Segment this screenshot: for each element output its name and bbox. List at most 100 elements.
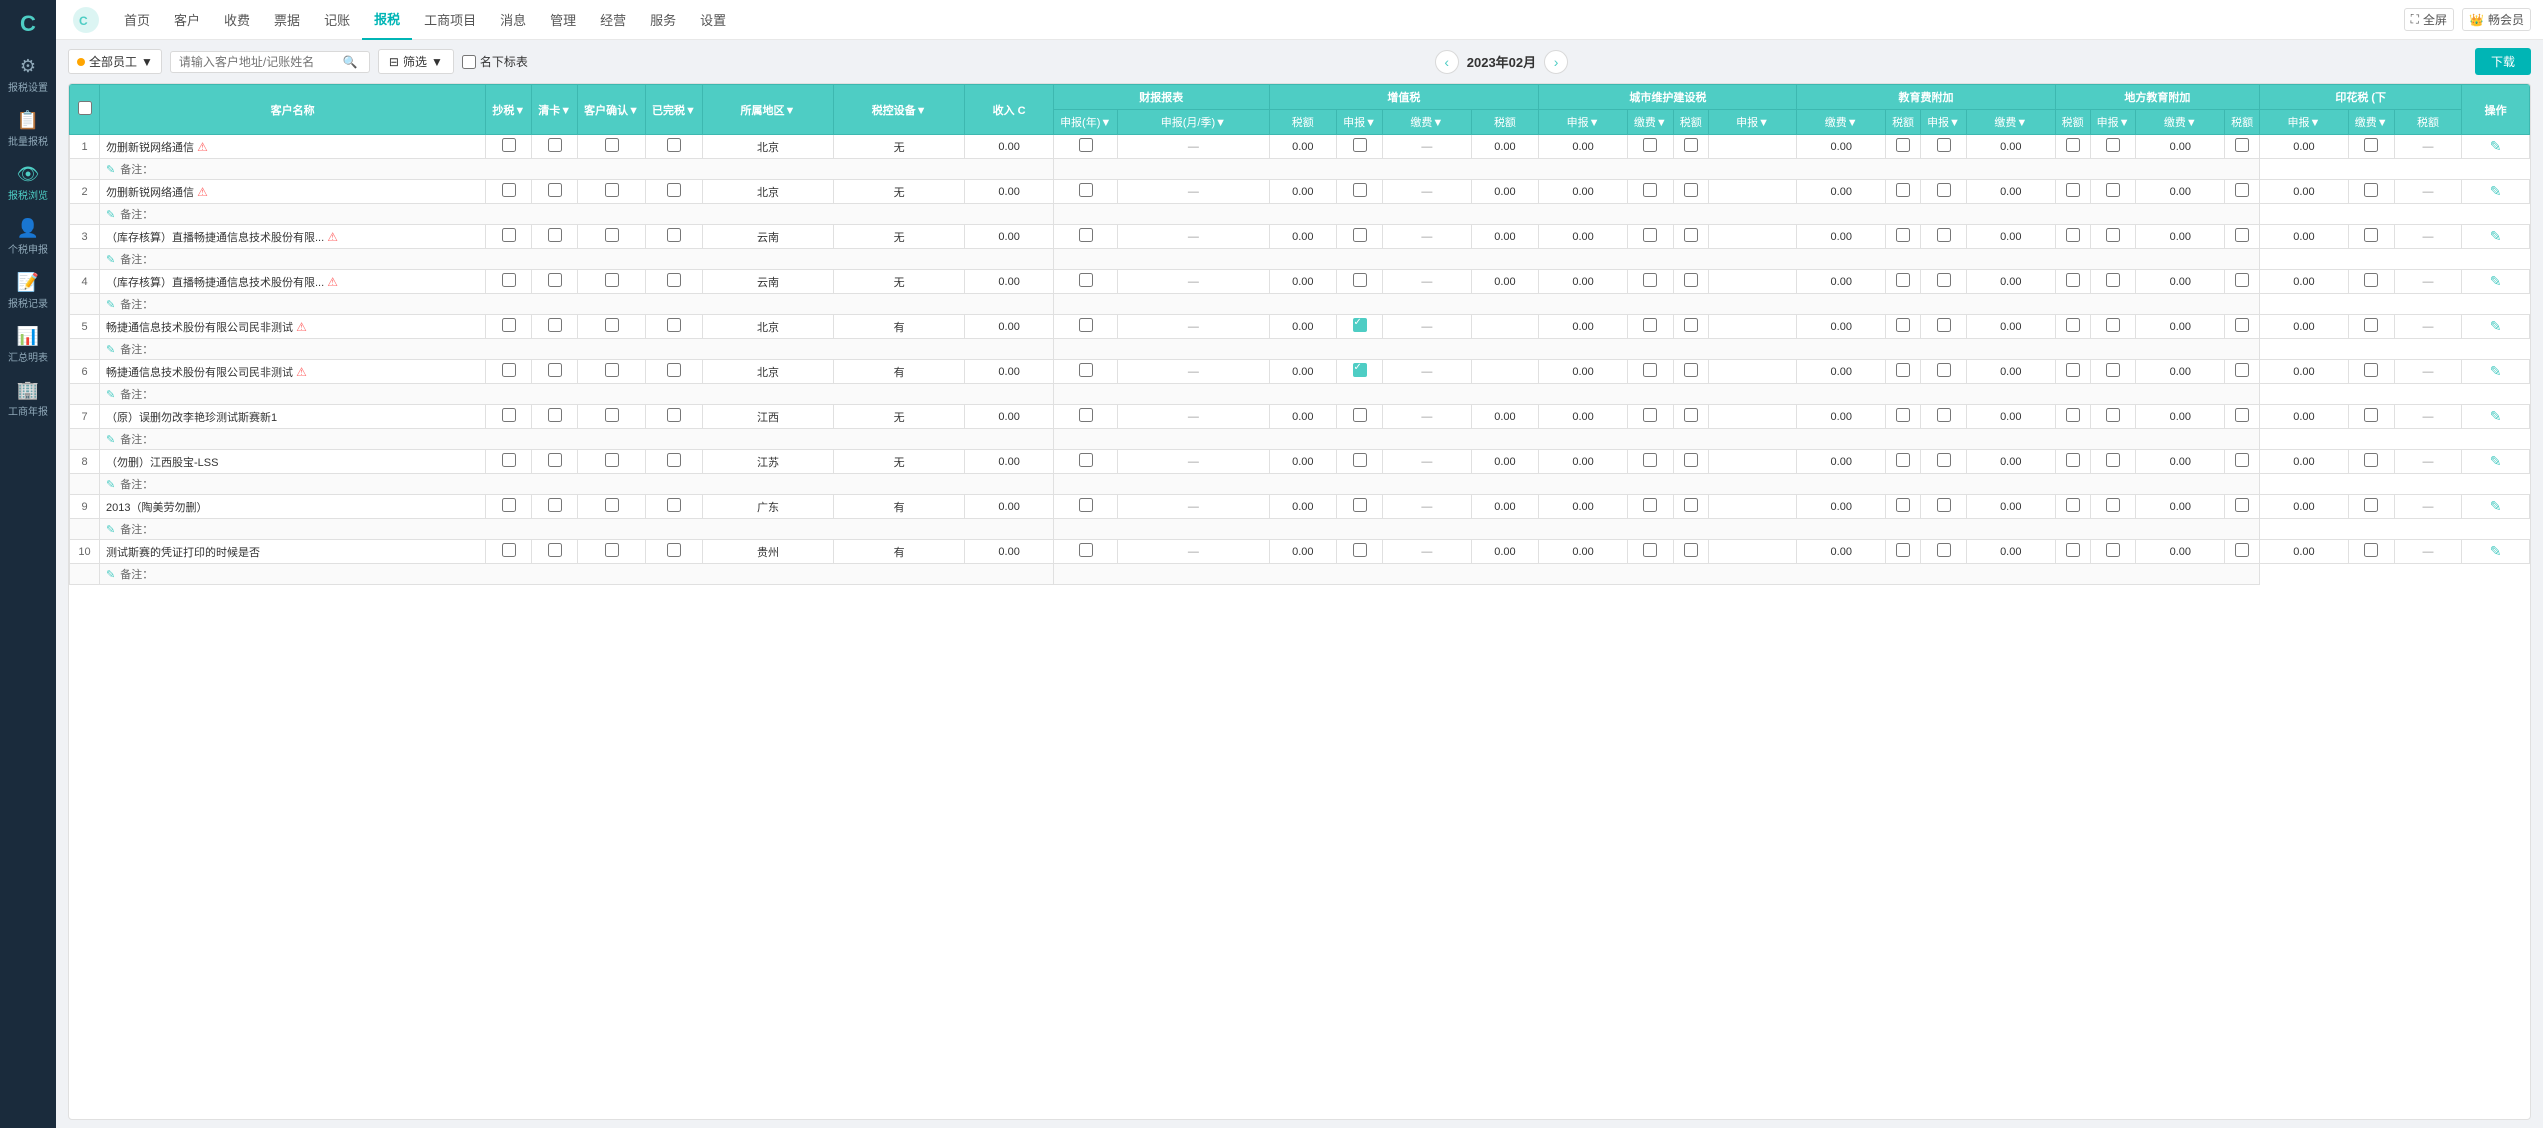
warn-icon[interactable]: ⚠	[197, 140, 208, 154]
income-cell: 0.00	[965, 360, 1054, 384]
sidebar-item-baoshui-liulan[interactable]: 👁 报税浏览	[0, 156, 56, 210]
edit-icon[interactable]: ✎	[2490, 498, 2502, 514]
nav-item-bookkeeping[interactable]: 记账	[312, 0, 362, 40]
nav-item-home[interactable]: 首页	[112, 0, 162, 40]
checkbox-label[interactable]: 名下标表	[462, 53, 528, 70]
pencil-icon[interactable]: ✎	[106, 164, 115, 176]
next-month-btn[interactable]: ›	[1544, 50, 1568, 74]
sidebar-item-baoshui-shezhi[interactable]: ⚙ 报税设置	[0, 48, 56, 102]
edit-icon[interactable]: ✎	[2490, 228, 2502, 244]
fullscreen-btn[interactable]: ⛶ 全屏	[2404, 8, 2454, 31]
nav-item-business[interactable]: 工商项目	[412, 0, 488, 40]
row-number: 2	[70, 180, 100, 204]
sub-cs-shenb: 申报▼	[1539, 110, 1628, 135]
sub-jy-shenb: 申报▼	[1921, 110, 1967, 135]
df-tax-cell	[2090, 135, 2136, 159]
nav-item-service[interactable]: 服务	[638, 0, 688, 40]
wanshui-cell	[646, 225, 703, 249]
warn-icon[interactable]: ⚠	[296, 320, 307, 334]
nav-item-customer[interactable]: 客户	[162, 0, 212, 40]
pencil-icon[interactable]: ✎	[106, 434, 115, 446]
yh-tax-cell: 0.00	[2260, 450, 2349, 474]
device-cell: 无	[834, 225, 965, 249]
op-cell: ✎	[2462, 495, 2530, 519]
sidebar-item-huizong[interactable]: 📊 汇总明表	[0, 318, 56, 372]
zz-tax-cell: 0.00	[1269, 135, 1337, 159]
select-all-checkbox[interactable]	[78, 101, 92, 115]
zz-tax-cell: 0.00	[1269, 405, 1337, 429]
region-cell: 云南	[702, 270, 833, 294]
batch-icon: 📋	[17, 110, 39, 131]
pencil-icon[interactable]: ✎	[106, 209, 115, 221]
cs-jfee-cell	[1673, 450, 1708, 474]
zz-jfee-cell: —	[1383, 270, 1472, 294]
pencil-icon[interactable]: ✎	[106, 524, 115, 536]
search-input[interactable]	[179, 55, 339, 69]
warn-icon[interactable]: ⚠	[296, 365, 307, 379]
device-cell: 有	[834, 540, 965, 564]
table-row: 3 （库存核算）直播畅捷通信息技术股份有限... ⚠ 云南 无 0.00 — 0…	[70, 225, 2530, 249]
nav-item-charge[interactable]: 收费	[212, 0, 262, 40]
edit-icon[interactable]: ✎	[2490, 138, 2502, 154]
edit-icon[interactable]: ✎	[2490, 408, 2502, 424]
warn-icon[interactable]: ⚠	[327, 230, 338, 244]
filter-button[interactable]: ⊟ 筛选 ▼	[378, 49, 454, 74]
zz-shenb-cell	[1337, 450, 1383, 474]
caiwu-year-cell	[1054, 540, 1118, 564]
nav-item-message[interactable]: 消息	[488, 0, 538, 40]
pencil-icon[interactable]: ✎	[106, 389, 115, 401]
sidebar-item-gesui[interactable]: 👤 个税申报	[0, 210, 56, 264]
cs-jfee-cell	[1673, 315, 1708, 339]
edit-icon[interactable]: ✎	[2490, 363, 2502, 379]
nav-item-operation[interactable]: 经营	[588, 0, 638, 40]
chaoshui-cell	[486, 315, 532, 339]
sidebar-item-gongnian[interactable]: 🏢 工商年报	[0, 372, 56, 426]
download-button[interactable]: 下载	[2475, 48, 2531, 75]
sidebar-item-baoshui-jilu[interactable]: 📝 报税记录	[0, 264, 56, 318]
edit-icon[interactable]: ✎	[2490, 453, 2502, 469]
caiwu-month-cell: —	[1118, 315, 1269, 339]
zz-tax-cell: 0.00	[1269, 180, 1337, 204]
edit-icon[interactable]: ✎	[2490, 318, 2502, 334]
income-cell: 0.00	[965, 270, 1054, 294]
df-jfee2-cell	[2225, 315, 2260, 339]
cs-jfee-cell	[1673, 135, 1708, 159]
pencil-icon[interactable]: ✎	[106, 299, 115, 311]
warn-icon[interactable]: ⚠	[197, 185, 208, 199]
jy-shenb-cell: 0.00	[1797, 270, 1886, 294]
cs-shenb-cell	[1627, 450, 1673, 474]
edit-icon[interactable]: ✎	[2490, 543, 2502, 559]
mingxia-checkbox[interactable]	[462, 55, 476, 69]
nav-item-invoice[interactable]: 票据	[262, 0, 312, 40]
sidebar-item-piliang-baoshui[interactable]: 📋 批量报税	[0, 102, 56, 156]
nav-item-settings[interactable]: 设置	[688, 0, 738, 40]
cs-shenb-cell	[1627, 225, 1673, 249]
pencil-icon[interactable]: ✎	[106, 569, 115, 581]
zz-tax2-cell: 0.00	[1471, 540, 1539, 564]
pencil-icon[interactable]: ✎	[106, 344, 115, 356]
col-device: 税控设备▼	[834, 85, 965, 135]
caiwu-year-cell	[1054, 180, 1118, 204]
nav-item-manage[interactable]: 管理	[538, 0, 588, 40]
pencil-icon[interactable]: ✎	[106, 254, 115, 266]
edit-icon[interactable]: ✎	[2490, 183, 2502, 199]
chaoshui-cell	[486, 405, 532, 429]
cs-tax-cell: 0.00	[1539, 360, 1628, 384]
edit-icon[interactable]: ✎	[2490, 273, 2502, 289]
employee-filter[interactable]: 全部员工 ▼	[68, 49, 162, 74]
nav-item-tax[interactable]: 报税	[362, 0, 412, 40]
sidebar: C ⚙ 报税设置 📋 批量报税 👁 报税浏览 👤 个税申报 📝 报税记录 📊 汇…	[0, 0, 56, 1128]
chaoshui-cell	[486, 135, 532, 159]
jy-jfee-cell	[1886, 360, 1921, 384]
df-shenb-cell: 0.00	[2136, 495, 2225, 519]
zz-tax-cell: 0.00	[1269, 495, 1337, 519]
prev-month-btn[interactable]: ‹	[1435, 50, 1459, 74]
member-btn[interactable]: 👑 畅会员	[2462, 8, 2531, 31]
warn-icon[interactable]: ⚠	[327, 275, 338, 289]
pencil-icon[interactable]: ✎	[106, 479, 115, 491]
sub-cs-jfee: 缴费▼	[1627, 110, 1673, 135]
cs-shenb-cell	[1627, 270, 1673, 294]
wanshui-cell	[646, 540, 703, 564]
main-table-container[interactable]: 客户名称 抄税▼ 清卡▼ 客户确认▼ 已完税▼ 所属地区▼ 税控设备▼ 收入 C…	[68, 83, 2531, 1120]
cs-tax2-cell	[1708, 315, 1797, 339]
